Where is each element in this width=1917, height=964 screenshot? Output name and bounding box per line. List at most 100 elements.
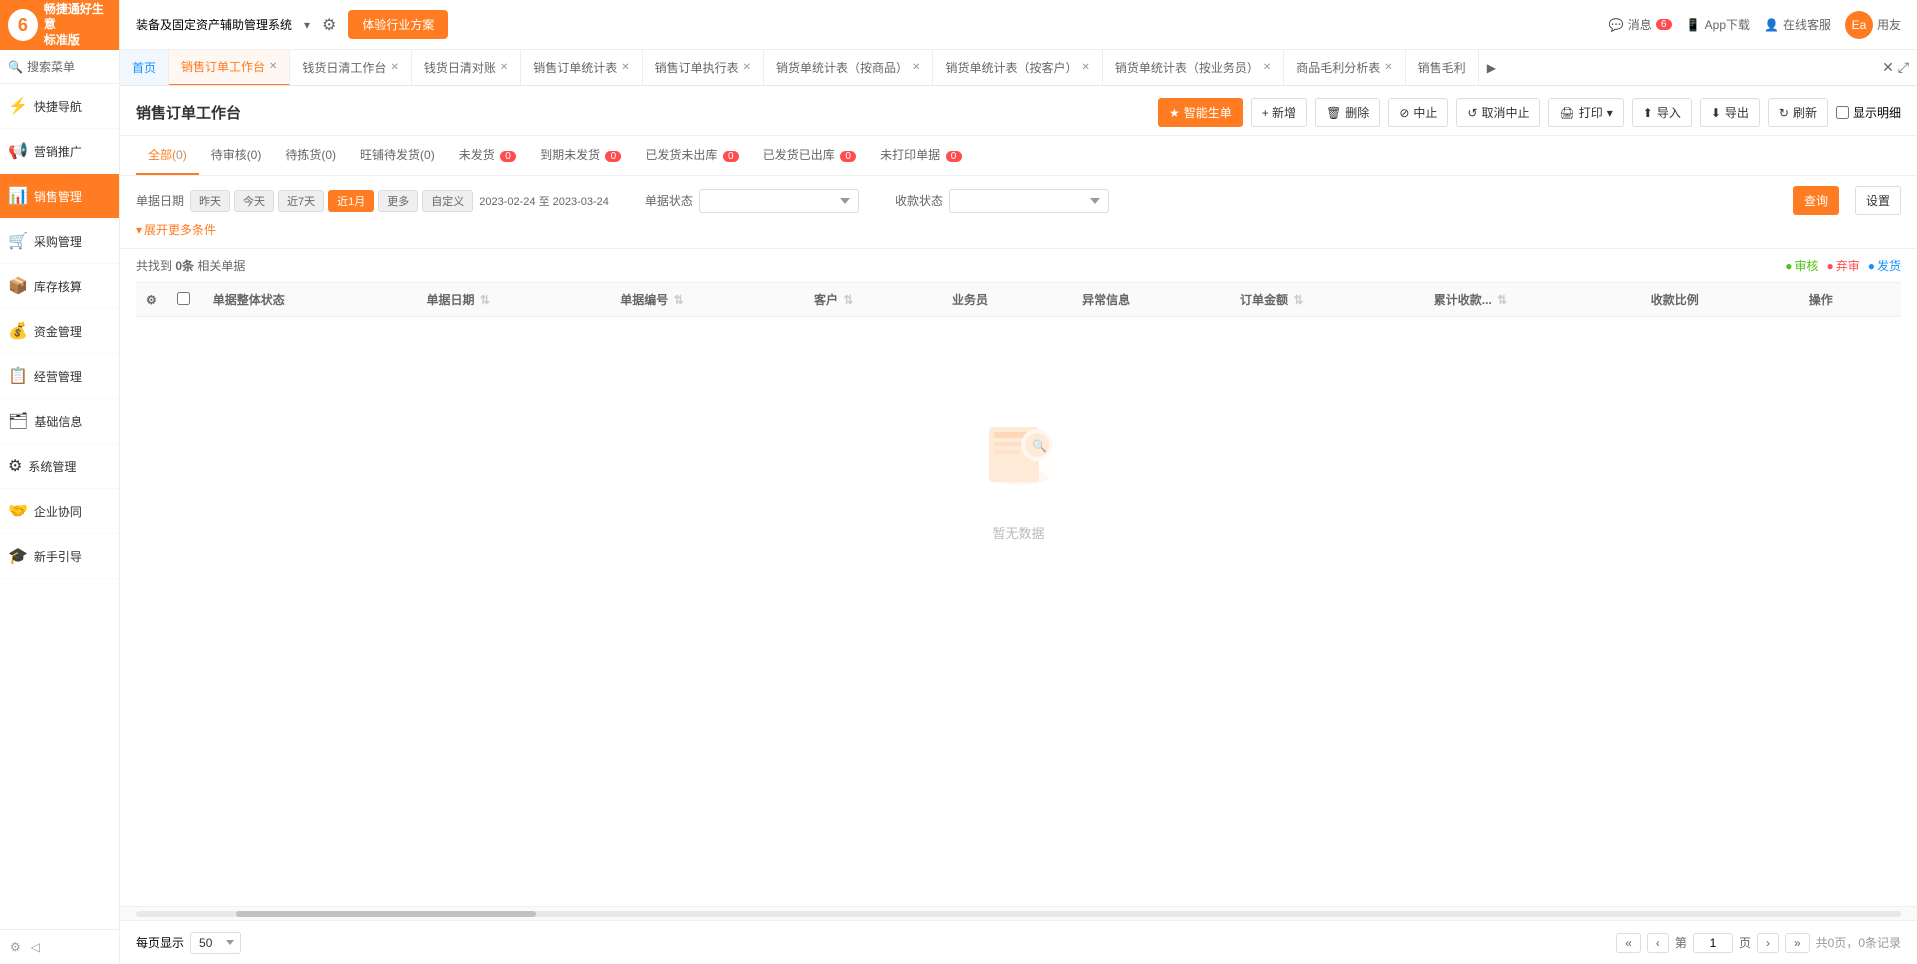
last-page-button[interactable]: » [1785, 933, 1810, 953]
sort-customer-icon[interactable]: ⇅ [843, 293, 853, 307]
sidebar-item-finance[interactable]: 💰 资金管理 [0, 309, 119, 354]
sub-tab-not-shipped[interactable]: 未发货 0 [447, 136, 528, 175]
tab-close-all-icon[interactable]: ✕ [1882, 59, 1894, 76]
tab-gross-profit[interactable]: 商品毛利分析表 ✕ [1284, 50, 1405, 86]
sub-tab-all[interactable]: 全部(0) [136, 136, 199, 175]
app-download-action[interactable]: 📱 App下载 [1686, 16, 1750, 33]
stop-button[interactable]: ⊘ 中止 [1388, 98, 1448, 127]
sidebar-item-quick-nav[interactable]: ⚡ 快捷导航 [0, 84, 119, 129]
tab-sales-product[interactable]: 销货单统计表（按商品） ✕ [764, 50, 933, 86]
smart-create-button[interactable]: ★ 智能生单 [1158, 98, 1243, 127]
tab-sales-order[interactable]: 销售订单工作台 ✕ [169, 50, 290, 86]
tab-sales-salesman[interactable]: 销货单统计表（按业务员） ✕ [1103, 50, 1284, 86]
sidebar-item-inventory[interactable]: 📦 库存核算 [0, 264, 119, 309]
tab-close-icon[interactable]: ✕ [1384, 62, 1392, 73]
sidebar-item-basicinfo[interactable]: 🗂 基础信息 [0, 399, 119, 444]
newbie-icon: 🎓 [8, 546, 28, 566]
sort-date-icon[interactable]: ⇅ [480, 293, 490, 307]
message-action[interactable]: 💬 消息 6 [1609, 16, 1672, 33]
sub-tab-wangpu-ship[interactable]: 旺铺待发货(0) [348, 136, 447, 175]
page-number-input[interactable] [1693, 933, 1733, 953]
tab-daily-reconcile[interactable]: 钱货日清对账 ✕ [412, 50, 521, 86]
sidebar-item-operation[interactable]: 📋 经营管理 [0, 354, 119, 399]
collapse-icon[interactable]: ◁ [31, 940, 40, 954]
sort-received-icon[interactable]: ⇅ [1497, 293, 1507, 307]
cancel-stop-button[interactable]: ↺ 取消中止 [1456, 98, 1540, 127]
topbar-settings-icon[interactable]: ⚙ [322, 15, 336, 35]
sub-tab-pending-review[interactable]: 待审核(0) [199, 136, 274, 175]
delete-button[interactable]: 🗑 删除 [1315, 98, 1380, 127]
tab-close-icon[interactable]: ✕ [390, 62, 398, 73]
page-suffix: 页 [1739, 934, 1751, 951]
search-menu-item[interactable]: 🔍 搜索菜单 [0, 50, 119, 84]
sub-tab-pending-pick[interactable]: 待拣货(0) [273, 136, 348, 175]
1month-btn[interactable]: 近1月 [328, 190, 374, 212]
tab-sales-margin[interactable]: 销售毛利 [1406, 50, 1479, 86]
cancel-audit-dot: ● [1826, 259, 1833, 273]
tab-sales-customer[interactable]: 销货单统计表（按客户） ✕ [933, 50, 1102, 86]
tab-close-icon[interactable]: ✕ [621, 62, 629, 73]
show-detail-label[interactable]: 显示明细 [1836, 104, 1901, 121]
tab-close-icon[interactable]: ✕ [269, 61, 277, 72]
settings-icon[interactable]: ⚙ [10, 940, 21, 954]
sort-amount-icon[interactable]: ⇅ [1293, 293, 1303, 307]
settings-filter-button[interactable]: 设置 [1855, 186, 1901, 215]
payment-select[interactable] [949, 189, 1109, 213]
tab-order-stat[interactable]: 销售订单统计表 ✕ [521, 50, 642, 86]
payment-label: 收款状态 [895, 192, 943, 209]
7days-btn[interactable]: 近7天 [278, 190, 324, 212]
first-page-button[interactable]: « [1616, 933, 1641, 953]
tabs-more-button[interactable]: ▶ [1479, 61, 1504, 75]
next-page-button[interactable]: › [1757, 933, 1779, 953]
sidebar-item-newbie[interactable]: 🎓 新手引导 [0, 534, 119, 579]
yesterday-btn[interactable]: 昨天 [190, 190, 230, 212]
export-button[interactable]: ⬇ 导出 [1700, 98, 1760, 127]
tab-daily-clear[interactable]: 钱货日清工作台 ✕ [290, 50, 411, 86]
sidebar-item-collab[interactable]: 🤝 企业协同 [0, 489, 119, 534]
refresh-button[interactable]: ↻ 刷新 [1768, 98, 1828, 127]
sidebar-item-sales[interactable]: 📊 销售管理 [0, 174, 119, 219]
summary-text: 共找到 0条 相关单据 [136, 257, 245, 274]
custom-date-btn[interactable]: 自定义 [422, 190, 473, 212]
new-button[interactable]: + 新增 [1251, 98, 1307, 127]
sub-tab-not-printed[interactable]: 未打印单据 0 [868, 136, 973, 175]
tab-close-icon[interactable]: ✕ [743, 62, 751, 73]
page-size-select[interactable]: 50 10 20 100 [190, 932, 241, 954]
sub-tab-shipped-out[interactable]: 已发货已出库 0 [751, 136, 868, 175]
search-button[interactable]: 查询 [1793, 186, 1839, 215]
horizontal-scrollbar[interactable] [120, 906, 1917, 920]
sidebar-item-system[interactable]: ⚙ 系统管理 [0, 444, 119, 489]
system-dropdown[interactable]: ▾ [304, 18, 310, 32]
sidebar-item-purchase[interactable]: 🛒 采购管理 [0, 219, 119, 264]
online-service-action[interactable]: 👤 在线客服 [1764, 16, 1831, 33]
import-button[interactable]: ⬆ 导入 [1632, 98, 1692, 127]
ship-quick-btn[interactable]: ● 发货 [1868, 257, 1901, 274]
tab-close-icon[interactable]: ✕ [1081, 62, 1089, 73]
scroll-thumb[interactable] [236, 911, 536, 917]
tabs-bar: 首页 销售订单工作台 ✕ 钱货日清工作台 ✕ 钱货日清对账 ✕ 销售订单统计表 … [120, 50, 1917, 86]
pagination-bar: 每页显示 50 10 20 100 « ‹ 第 页 › » 共0页，0条记录 [120, 920, 1917, 964]
sort-no-icon[interactable]: ⇅ [674, 293, 684, 307]
status-select[interactable] [699, 189, 859, 213]
tab-close-icon[interactable]: ✕ [500, 62, 508, 73]
sub-tab-overdue-ship[interactable]: 到期未发货 0 [528, 136, 633, 175]
expand-conditions-button[interactable]: ▾ 展开更多条件 [136, 221, 1901, 238]
sidebar-item-promo[interactable]: 📢 营销推广 [0, 129, 119, 174]
tab-home[interactable]: 首页 [120, 50, 169, 86]
prev-page-button[interactable]: ‹ [1647, 933, 1669, 953]
print-button[interactable]: 🖨 打印 ▾ [1548, 98, 1623, 127]
cancel-audit-quick-btn[interactable]: ● 弃审 [1826, 257, 1859, 274]
audit-quick-btn[interactable]: ● 审核 [1785, 257, 1818, 274]
sub-tab-shipped-not-out[interactable]: 已发货未出库 0 [633, 136, 750, 175]
select-all-checkbox[interactable] [177, 292, 190, 305]
more-date-btn[interactable]: 更多 [378, 190, 418, 212]
tab-close-icon[interactable]: ✕ [912, 62, 920, 73]
topbar: 装备及固定资产辅助管理系统 ▾ ⚙ 体验行业方案 💬 消息 6 📱 App下载 … [120, 0, 1917, 50]
solution-button[interactable]: 体验行业方案 [348, 10, 448, 39]
user-action[interactable]: Ea 用友 [1845, 11, 1901, 39]
tab-order-exec[interactable]: 销售订单执行表 ✕ [643, 50, 764, 86]
tab-maximize-icon[interactable]: ⤢ [1898, 59, 1909, 76]
tab-close-icon[interactable]: ✕ [1263, 62, 1271, 73]
today-btn[interactable]: 今天 [234, 190, 274, 212]
show-detail-checkbox[interactable] [1836, 106, 1849, 119]
